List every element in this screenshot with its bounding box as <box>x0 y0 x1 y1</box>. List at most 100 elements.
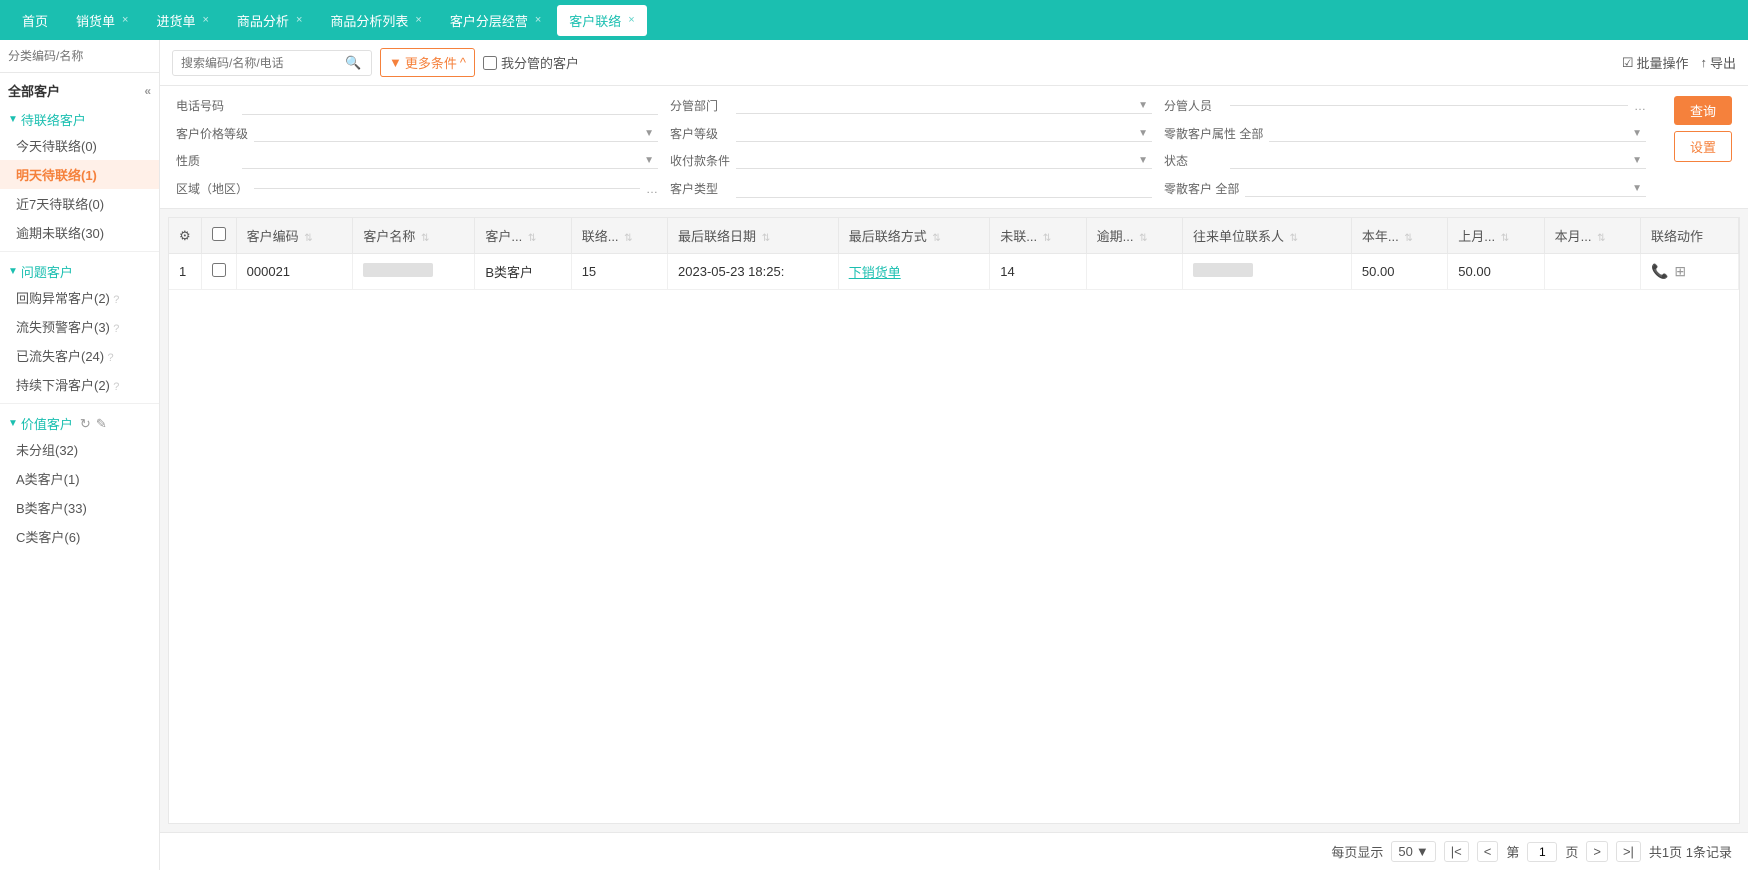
th-this-month[interactable]: 本月... ⇅ <box>1544 218 1640 254</box>
page-number-input[interactable] <box>1527 842 1557 862</box>
info-icon-lost: ? <box>107 352 113 364</box>
th-last-method[interactable]: 最后联络方式 ⇅ <box>838 218 990 254</box>
total-records: 共1页 1条记录 <box>1649 842 1732 861</box>
th-type[interactable]: 客户... ⇅ <box>475 218 571 254</box>
filter-status-select[interactable]: ▼ <box>1230 153 1646 169</box>
filter-chevron-icon: ^ <box>460 55 466 70</box>
th-this-year[interactable]: 本年... ⇅ <box>1351 218 1447 254</box>
close-customer-contact-icon[interactable]: × <box>628 14 634 26</box>
sidebar-item-7days[interactable]: 近7天待联络(0) <box>0 189 159 218</box>
th-name[interactable]: 客户名称 ⇅ <box>353 218 475 254</box>
nav-product-analysis[interactable]: 商品分析 × <box>225 5 314 36</box>
filter-price-level-select[interactable]: ▼ <box>254 126 658 142</box>
nav-sales-order[interactable]: 销货单 × <box>64 5 140 36</box>
nature-dropdown-icon: ▼ <box>644 155 654 166</box>
last-page-button[interactable]: >| <box>1616 841 1641 862</box>
nav-home[interactable]: 首页 <box>10 5 60 36</box>
sidebar-item-overdue[interactable]: 逾期未联络(30) <box>0 218 159 247</box>
nav-product-analysis-list[interactable]: 商品分析列表 × <box>318 5 433 36</box>
filter-phone-input[interactable] <box>242 96 658 115</box>
close-product-analysis-icon[interactable]: × <box>296 14 302 26</box>
first-page-button[interactable]: |< <box>1444 841 1469 862</box>
filter-panel: 电话号码 分管部门 ▼ 分管人员 <box>160 86 1748 209</box>
sidebar-search-input[interactable] <box>8 49 160 63</box>
th-overdue[interactable]: 逾期... ⇅ <box>1086 218 1182 254</box>
edit-icon[interactable]: ✎ <box>96 416 107 432</box>
td-name <box>353 254 475 290</box>
contact-person-masked <box>1193 263 1253 277</box>
manager-dots-icon[interactable]: … <box>1634 99 1646 113</box>
my-customer-checkbox-container[interactable]: 我分管的客户 <box>483 53 579 72</box>
batch-operation-button[interactable]: ☑ 批量操作 <box>1622 53 1689 72</box>
filter-customer-type-input[interactable] <box>736 179 1152 198</box>
search-input[interactable] <box>181 56 341 70</box>
th-settings[interactable]: ⚙ <box>169 218 201 254</box>
sidebar-group-value[interactable]: 价值客户 ↻ ✎ <box>0 408 159 435</box>
close-purchase-order-icon[interactable]: × <box>202 14 208 26</box>
sidebar-item-repurchase[interactable]: 回购异常客户(2) ? <box>0 283 159 312</box>
sidebar-group-pending[interactable]: 待联络客户 <box>0 104 159 131</box>
my-customer-checkbox[interactable] <box>483 56 497 70</box>
prev-page-button[interactable]: < <box>1477 841 1499 862</box>
th-contact-count[interactable]: 联络... ⇅ <box>571 218 667 254</box>
toolbar: 🔍 ▼ 更多条件 ^ 我分管的客户 ☑ 批量操作 ↑ 导出 <box>160 40 1748 86</box>
close-sales-order-icon[interactable]: × <box>122 14 128 26</box>
phone-action-icon[interactable]: 📞 <box>1651 263 1668 280</box>
sidebar-item-declining[interactable]: 持续下滑客户(2) ? <box>0 370 159 399</box>
next-page-button[interactable]: > <box>1586 841 1608 862</box>
filter-customer-level: 客户等级 ▼ <box>670 125 1152 142</box>
filter-nature-select[interactable]: ▼ <box>242 153 658 169</box>
td-contacts <box>1182 254 1351 290</box>
filter-retail-attr-select[interactable]: ▼ <box>1269 126 1646 142</box>
th-last-month[interactable]: 上月... ⇅ <box>1448 218 1544 254</box>
td-overdue <box>1086 254 1182 290</box>
th-contacts[interactable]: 往来单位联系人 ⇅ <box>1182 218 1351 254</box>
td-type: B类客户 <box>475 254 571 290</box>
nav-customer-contact[interactable]: 客户联络 × <box>557 5 646 36</box>
th-code[interactable]: 客户编码 ⇅ <box>236 218 353 254</box>
filter-region: 区域（地区） … <box>176 180 658 197</box>
sidebar-item-class-a[interactable]: A类客户(1) <box>0 464 159 493</box>
sort-type-icon: ⇅ <box>528 233 536 244</box>
customer-table: ⚙ 客户编码 ⇅ 客户名称 ⇅ <box>169 218 1739 290</box>
filter-dept-select[interactable]: ▼ <box>736 98 1152 114</box>
sidebar-item-lost-warning[interactable]: 流失预警客户(3) ? <box>0 312 159 341</box>
filter-payment-select[interactable]: ▼ <box>736 153 1152 169</box>
close-customer-segmentation-icon[interactable]: × <box>535 14 541 26</box>
select-all-checkbox[interactable] <box>212 227 226 241</box>
settings-button[interactable]: 设置 <box>1674 131 1732 162</box>
td-this-year: 50.00 <box>1351 254 1447 290</box>
region-dots-icon[interactable]: … <box>646 182 658 196</box>
search-submit-icon[interactable]: 🔍 <box>345 55 361 71</box>
sidebar-item-today[interactable]: 今天待联络(0) <box>0 131 159 160</box>
filter-nature: 性质 ▼ <box>176 152 658 169</box>
th-last-date[interactable]: 最后联络日期 ⇅ <box>668 218 839 254</box>
nav-customer-segmentation[interactable]: 客户分层经营 × <box>438 5 553 36</box>
filter-retail-customer: 零散客户 全部 ▼ <box>1164 180 1646 197</box>
pagination: 每页显示 50 ▼ |< < 第 页 > >| 共1页 1条记录 <box>160 832 1748 870</box>
sidebar-item-class-b[interactable]: B类客户(33) <box>0 493 159 522</box>
row-checkbox[interactable] <box>212 263 226 277</box>
close-product-analysis-list-icon[interactable]: × <box>415 14 421 26</box>
sidebar-collapse-icon[interactable]: « <box>144 84 151 98</box>
sidebar-group-problem[interactable]: 问题客户 <box>0 256 159 283</box>
filter-retail-customer-select[interactable]: ▼ <box>1245 181 1646 197</box>
grid-action-icon[interactable]: ⊞ <box>1674 263 1686 280</box>
sidebar-item-tomorrow[interactable]: 明天待联络(1) <box>0 160 159 189</box>
table-settings-icon[interactable]: ⚙ <box>179 228 191 243</box>
sidebar-all-customers[interactable]: 全部客户 « <box>0 73 159 104</box>
sidebar-item-class-c[interactable]: C类客户(6) <box>0 522 159 551</box>
info-icon-repurchase: ? <box>113 294 119 306</box>
page-size-select[interactable]: 50 ▼ <box>1391 841 1435 862</box>
nav-purchase-order[interactable]: 进货单 × <box>144 5 220 36</box>
th-no-contact[interactable]: 未联... ⇅ <box>990 218 1086 254</box>
sort-no-contact-icon: ⇅ <box>1043 233 1051 244</box>
sidebar-item-ungroup[interactable]: 未分组(32) <box>0 435 159 464</box>
filter-button[interactable]: ▼ 更多条件 ^ <box>380 48 475 77</box>
batch-op-icon: ☑ <box>1622 55 1634 71</box>
filter-customer-level-select[interactable]: ▼ <box>736 126 1152 142</box>
sidebar-item-lost[interactable]: 已流失客户(24) ? <box>0 341 159 370</box>
export-button[interactable]: ↑ 导出 <box>1700 53 1736 72</box>
query-button[interactable]: 查询 <box>1674 96 1732 125</box>
refresh-icon[interactable]: ↻ <box>80 416 91 432</box>
